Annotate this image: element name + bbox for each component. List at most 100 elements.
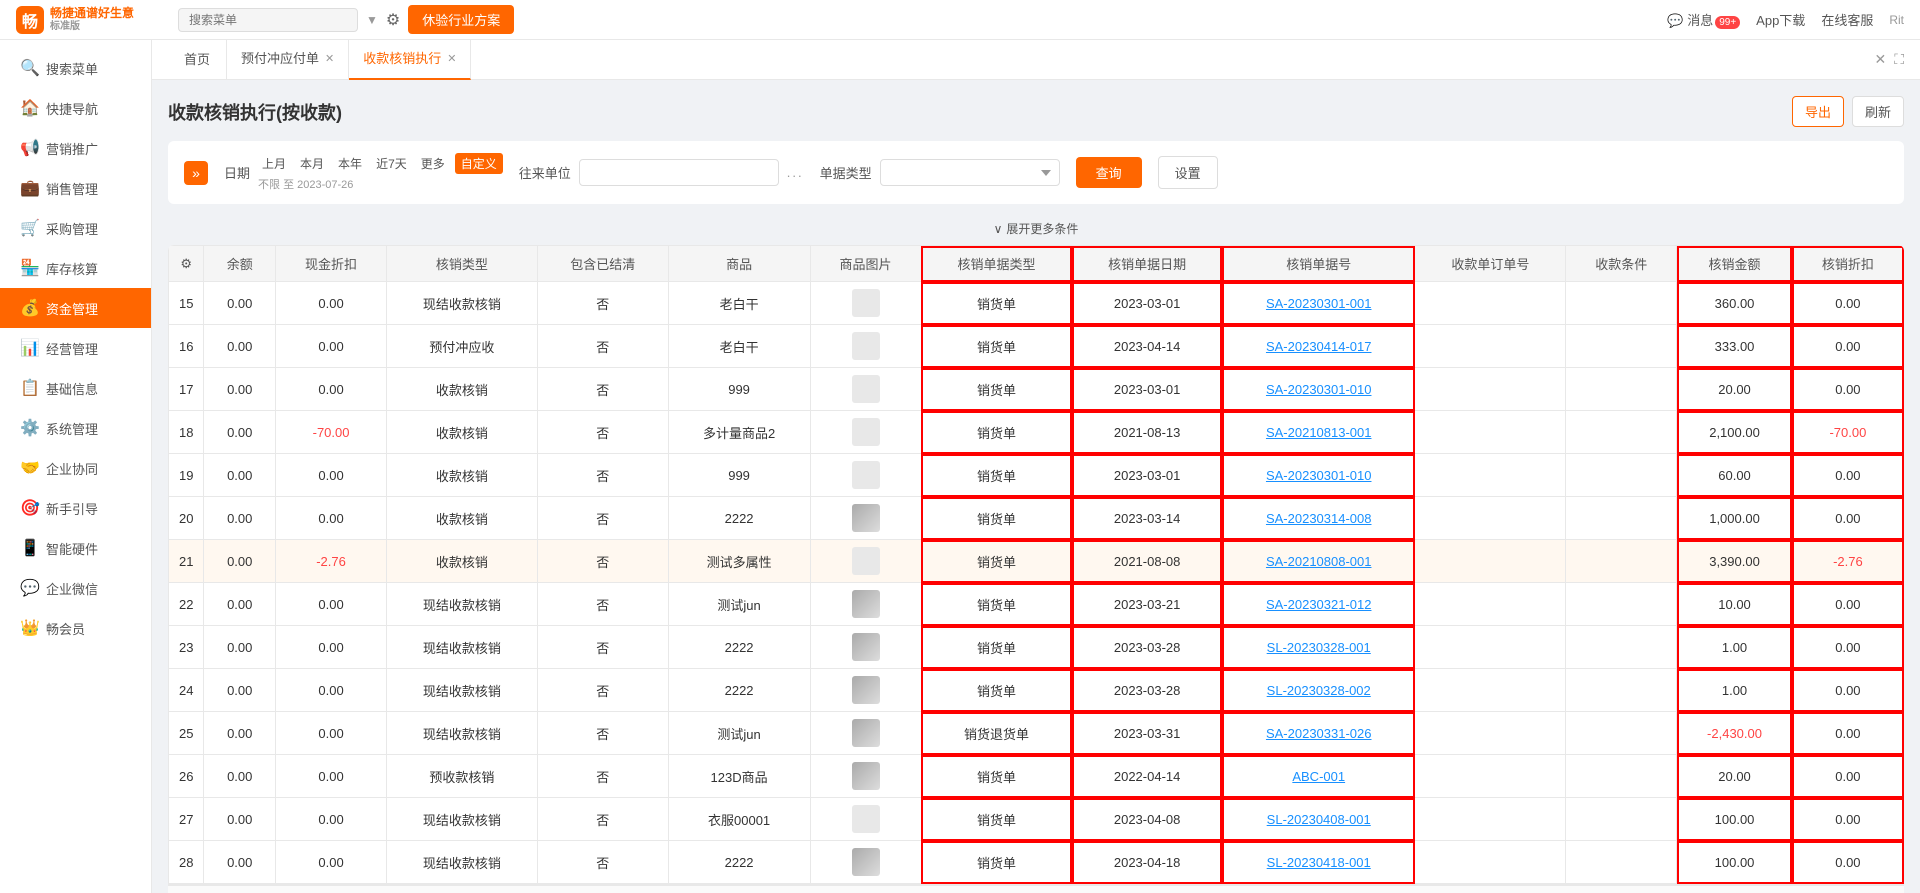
product-image <box>852 590 880 618</box>
tab-home[interactable]: 首页 <box>168 40 227 80</box>
app-download-link[interactable]: App下载 <box>1756 10 1805 29</box>
cell-receipt-condition <box>1566 755 1677 798</box>
cell-verify-bill-no[interactable]: SA-20230301-001 <box>1222 282 1415 325</box>
sidebar-item-hardware[interactable]: 📱智能硬件 <box>0 528 151 568</box>
sidebar-item-system[interactable]: ⚙️系统管理 <box>0 408 151 448</box>
cell-product-image <box>810 626 921 669</box>
sidebar-item-ops[interactable]: 📊经营管理 <box>0 328 151 368</box>
expand-more-conditions[interactable]: ∨ 展开更多条件 <box>168 216 1904 245</box>
sidebar-item-base[interactable]: 📋基础信息 <box>0 368 151 408</box>
cell-verify-bill-no[interactable]: SA-20230301-010 <box>1222 454 1415 497</box>
cell-verify-bill-no[interactable]: SA-20230314-008 <box>1222 497 1415 540</box>
sidebar-item-search[interactable]: 🔍搜索菜单 <box>0 48 151 88</box>
page-actions: 导出 刷新 <box>1792 96 1904 127</box>
col-settings[interactable]: ⚙ <box>169 246 204 282</box>
table-body: 15 0.00 0.00 现结收款核销 否 老白干 销货单 2023-03-01… <box>169 282 1904 884</box>
industry-button[interactable]: 休验行业方案 <box>408 5 514 34</box>
cell-verify-bill-no[interactable]: SL-20230328-001 <box>1222 626 1415 669</box>
cell-verify-discount: 0.00 <box>1792 325 1903 368</box>
cell-product-image <box>810 325 921 368</box>
cell-product: 2222 <box>668 669 810 712</box>
sidebar-item-wechat[interactable]: 💬企业微信 <box>0 568 151 608</box>
settings-button[interactable]: 设置 <box>1158 156 1218 189</box>
target-icon: 🎯 <box>20 498 38 518</box>
app-name: 畅捷通谱好生意 <box>50 6 134 20</box>
table-row: 26 0.00 0.00 预收款核销 否 123D商品 销货单 2022-04-… <box>169 755 1904 798</box>
search-input[interactable] <box>178 8 358 32</box>
cell-verify-discount: 0.00 <box>1792 669 1903 712</box>
sidebar-item-finance[interactable]: 💰资金管理 <box>0 288 151 328</box>
export-button[interactable]: 导出 <box>1792 96 1844 127</box>
cell-product: 测试多属性 <box>668 540 810 583</box>
cell-verify-bill-no[interactable]: SA-20210808-001 <box>1222 540 1415 583</box>
cell-product: 多计量商品2 <box>668 411 810 454</box>
table-row: 17 0.00 0.00 收款核销 否 999 销货单 2023-03-01 S… <box>169 368 1904 411</box>
receipt-type-select[interactable] <box>880 159 1060 186</box>
cell-receipt-condition <box>1566 497 1677 540</box>
cell-verify-type: 现结收款核销 <box>387 669 538 712</box>
tab-close-prepay[interactable]: ✕ <box>325 40 334 79</box>
date-btn-7days[interactable]: 近7天 <box>372 153 411 174</box>
cell-verify-amount: 360.00 <box>1677 282 1793 325</box>
sidebar-item-quick[interactable]: 🏠快捷导航 <box>0 88 151 128</box>
col-product: 商品 <box>668 246 810 282</box>
cell-verify-bill-no[interactable]: SA-20230321-012 <box>1222 583 1415 626</box>
sidebar-item-marketing[interactable]: 📢营销推广 <box>0 128 151 168</box>
cell-verify-bill-no[interactable]: SA-20230331-026 <box>1222 712 1415 755</box>
date-btn-this-year[interactable]: 本年 <box>334 153 366 174</box>
top-bar: 畅 畅捷通谱好生意 标准版 ▼ ⚙ 休验行业方案 💬 消息99+ App下载 在… <box>0 0 1920 40</box>
message-icon[interactable]: 💬 消息99+ <box>1667 10 1740 29</box>
col-receipt-condition: 收款条件 <box>1566 246 1677 282</box>
from-unit-input[interactable] <box>579 159 779 186</box>
product-image <box>852 418 880 446</box>
sidebar-item-inventory[interactable]: 🏪库存核算 <box>0 248 151 288</box>
gear-icon[interactable]: ⚙ <box>386 10 400 30</box>
cell-verify-bill-no[interactable]: SL-20230328-002 <box>1222 669 1415 712</box>
tab-close-all-icon[interactable]: ✕ <box>1874 51 1886 68</box>
sidebar-item-corp[interactable]: 🤝企业协同 <box>0 448 151 488</box>
sidebar-item-sales[interactable]: 💼销售管理 <box>0 168 151 208</box>
cell-cash-discount: 0.00 <box>276 712 387 755</box>
cell-verify-type: 现结收款核销 <box>387 282 538 325</box>
product-image <box>852 633 880 661</box>
filter-bar: » 日期 上月 本月 本年 近7天 更多 自定义 不限 至 2023-07-26 <box>168 141 1904 204</box>
table-row: 22 0.00 0.00 现结收款核销 否 测试jun 销货单 2023-03-… <box>169 583 1904 626</box>
cell-receipt-order-no <box>1415 669 1566 712</box>
sidebar-item-purchase[interactable]: 🛒采购管理 <box>0 208 151 248</box>
cell-verify-bill-no[interactable]: SA-20230414-017 <box>1222 325 1415 368</box>
cell-verify-bill-no[interactable]: SL-20230408-001 <box>1222 798 1415 841</box>
sidebar-item-vip[interactable]: 👑畅会员 <box>0 608 151 648</box>
product-image <box>852 676 880 704</box>
date-btn-custom[interactable]: 自定义 <box>455 153 503 174</box>
cell-verify-bill-no[interactable]: SA-20230301-010 <box>1222 368 1415 411</box>
col-verify-amount: 核销金额 <box>1677 246 1793 282</box>
cell-verify-type: 收款核销 <box>387 497 538 540</box>
online-service-link[interactable]: 在线客服 <box>1821 10 1873 29</box>
table-row: 28 0.00 0.00 现结收款核销 否 2222 销货单 2023-04-1… <box>169 841 1904 884</box>
cell-product-image <box>810 583 921 626</box>
cell-verify-bill-no[interactable]: SA-20210813-001 <box>1222 411 1415 454</box>
cell-verify-bill-no[interactable]: SL-20230418-001 <box>1222 841 1415 884</box>
product-image <box>852 375 880 403</box>
query-button[interactable]: 查询 <box>1076 157 1142 188</box>
cell-no: 21 <box>169 540 204 583</box>
date-btn-more[interactable]: 更多 <box>417 153 449 174</box>
filter-expand-button[interactable]: » <box>184 161 208 185</box>
refresh-button[interactable]: 刷新 <box>1852 96 1904 127</box>
cell-verify-bill-no[interactable]: ABC-001 <box>1222 755 1415 798</box>
page-title: 收款核销执行(按收款) <box>168 99 342 125</box>
cell-receipt-condition <box>1566 411 1677 454</box>
tab-prepay[interactable]: 预付冲应付单 ✕ <box>227 40 349 80</box>
date-btn-last-month[interactable]: 上月 <box>258 153 290 174</box>
tab-close-collection[interactable]: ✕ <box>447 40 456 79</box>
tab-collection[interactable]: 收款核销执行 ✕ <box>349 40 471 80</box>
logo-icon: 畅 <box>16 6 44 34</box>
page-header: 收款核销执行(按收款) 导出 刷新 <box>168 96 1904 127</box>
cell-verify-bill-date: 2023-03-01 <box>1072 282 1223 325</box>
tab-bar: 首页 预付冲应付单 ✕ 收款核销执行 ✕ ✕ ⛶ <box>152 40 1920 80</box>
date-btn-this-month[interactable]: 本月 <box>296 153 328 174</box>
sidebar-item-guide[interactable]: 🎯新手引导 <box>0 488 151 528</box>
table-row: 20 0.00 0.00 收款核销 否 2222 销货单 2023-03-14 … <box>169 497 1904 540</box>
cell-cash-discount: 0.00 <box>276 325 387 368</box>
tab-expand-icon[interactable]: ⛶ <box>1894 51 1904 68</box>
